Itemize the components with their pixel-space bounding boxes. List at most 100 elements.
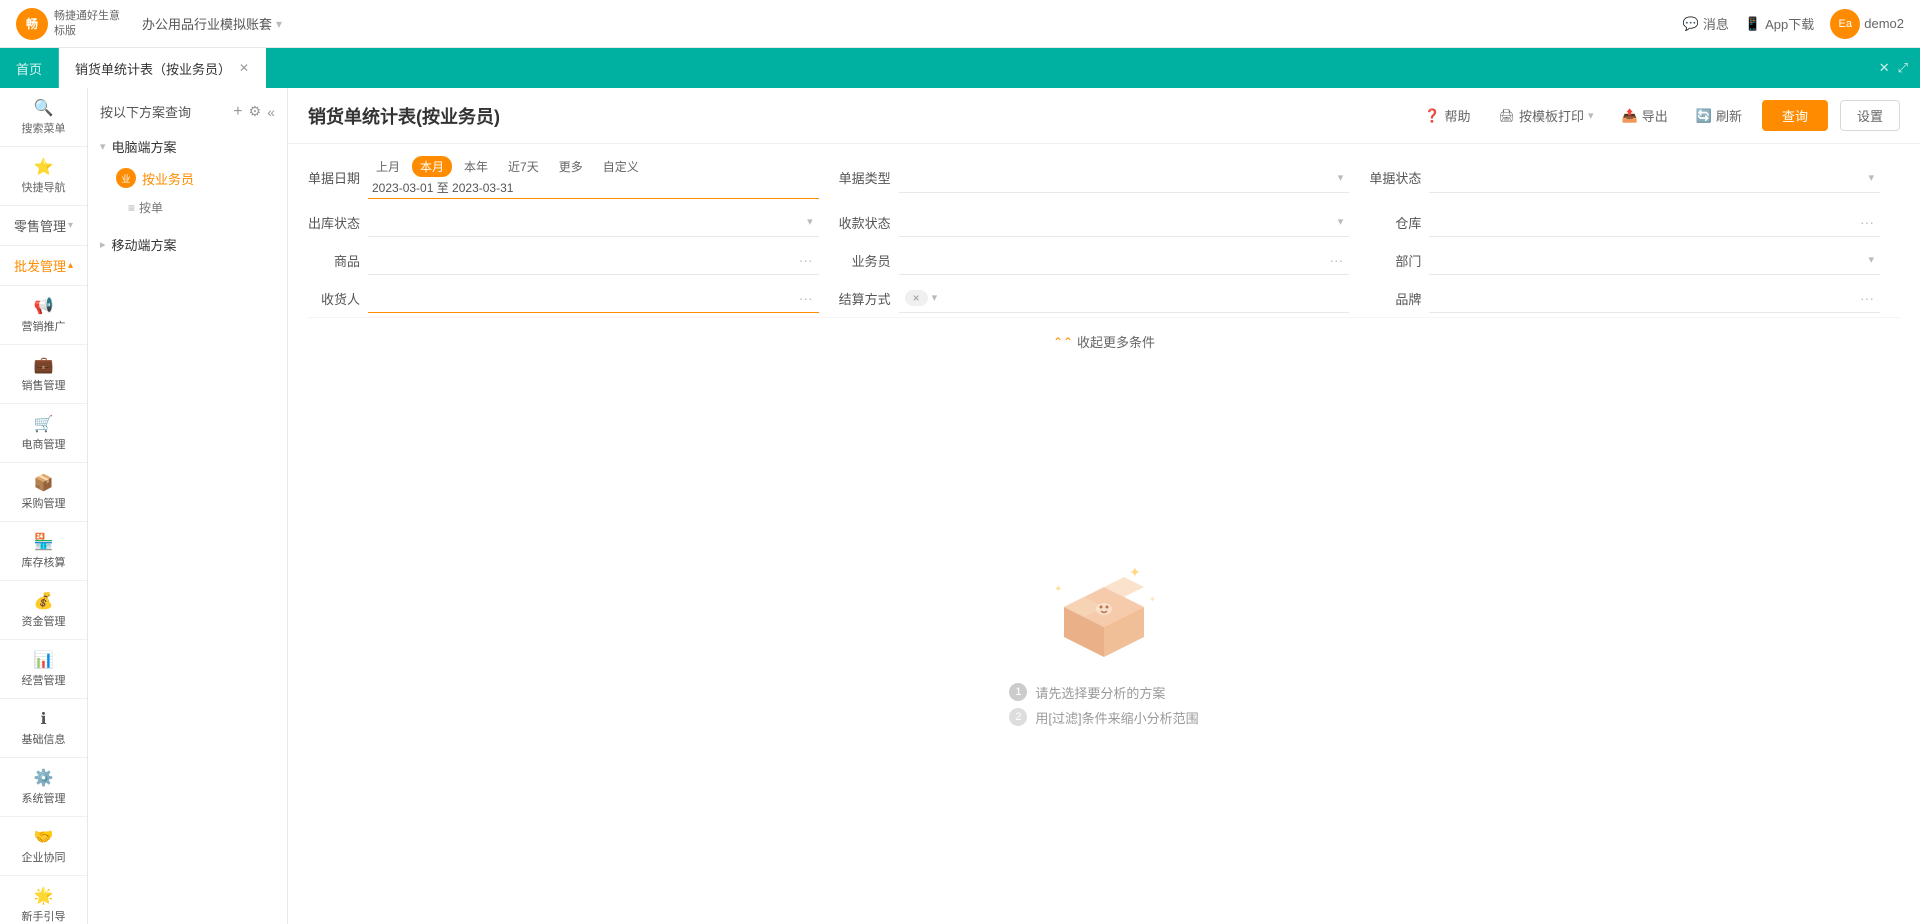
empty-step-2: 2 用[过滤]条件来缩小分析范围: [1009, 708, 1198, 727]
sidebar-search-label: 搜索菜单: [22, 120, 66, 136]
newbie-icon: 🌟: [34, 886, 54, 906]
export-btn[interactable]: 📤 导出: [1614, 102, 1676, 129]
sidebar-operations-label: 经营管理: [22, 672, 66, 688]
print-label: 按模板打印: [1519, 106, 1584, 125]
sidebar-item-inventory[interactable]: 🏪 库存核算: [0, 522, 87, 581]
sidebar-search-menu[interactable]: 🔍 搜索菜单: [0, 88, 87, 147]
logo-area: 畅 畅捷通好生意标版: [16, 8, 120, 40]
receipt-status-input[interactable]: ▾: [899, 207, 1350, 237]
sidebar-item-basic[interactable]: ℹ 基础信息: [0, 699, 87, 758]
date-btn-more[interactable]: 更多: [551, 156, 591, 177]
message-action[interactable]: 💬 消息: [1683, 14, 1729, 33]
sidebar-finance-label: 资金管理: [22, 613, 66, 629]
sidebar: 🔍 搜索菜单 ⭐ 快捷导航 零售管理 ▾ 批发管理 ▴ 📢 营销推广 💼 销售管…: [0, 88, 88, 924]
panel-add-btn[interactable]: +: [233, 103, 242, 121]
scheme-group-header-desktop[interactable]: ▾ 电脑端方案: [88, 131, 287, 162]
filter-date: 单据日期 上月 本月 本年 近7天 更多 自定义 2023-: [308, 156, 839, 199]
app-download-action[interactable]: 📱 App下载: [1745, 14, 1814, 33]
receipt-status-label: 收款状态: [839, 213, 899, 232]
settings-btn[interactable]: 设置: [1840, 100, 1900, 131]
empty-state: ✦ ✦ ✦ 1 请先选择要分析的方案: [288, 365, 1920, 924]
sidebar-item-sales[interactable]: 💼 销售管理: [0, 345, 87, 404]
refresh-icon: 🔄: [1696, 108, 1712, 124]
scheme-group-header-mobile[interactable]: ▸ 移动端方案: [88, 229, 287, 260]
sidebar-item-marketing[interactable]: 📢 营销推广: [0, 286, 87, 345]
doc-type-label: 单据类型: [839, 168, 899, 187]
sidebar-item-enterprise[interactable]: 🤝 企业协同: [0, 817, 87, 876]
receiver-input[interactable]: ···: [368, 283, 819, 313]
scheme-item-by-salesperson[interactable]: 业 按业务员: [88, 162, 287, 194]
collapse-btn[interactable]: ⌃⌃ 收起更多条件: [1041, 328, 1167, 355]
scheme-sub-item-label: 按单: [139, 199, 163, 216]
warehouse-input[interactable]: ···: [1429, 207, 1880, 237]
out-status-input[interactable]: ▾: [368, 207, 819, 237]
doc-status-input[interactable]: ▾: [1429, 163, 1880, 193]
sidebar-item-finance[interactable]: 💰 资金管理: [0, 581, 87, 640]
sidebar-quick-nav[interactable]: ⭐ 快捷导航: [0, 147, 87, 206]
svg-text:✦: ✦: [1054, 584, 1062, 595]
filter-row-2: 出库状态 ▾ 收款状态 ▾ 仓库: [308, 207, 1900, 237]
date-input-wrap[interactable]: 上月 本月 本年 近7天 更多 自定义 2023-03-01 至 2023-03…: [368, 156, 819, 199]
tab-home-label: 首页: [16, 59, 42, 78]
tab-expand-btn[interactable]: ✕ ⤢: [1867, 60, 1920, 76]
scheme-sub-item-by-order[interactable]: ≡ 按单: [88, 194, 287, 221]
settlement-input[interactable]: × ▾: [899, 283, 1350, 313]
enterprise-icon: 🤝: [34, 827, 54, 847]
sidebar-item-purchase[interactable]: 📦 采购管理: [0, 463, 87, 522]
tab-close-window-icon[interactable]: ✕: [1879, 60, 1890, 76]
doc-type-input[interactable]: ▾: [899, 163, 1350, 193]
page-title: 销货单统计表(按业务员): [308, 103, 500, 129]
doc-status-label: 单据状态: [1369, 168, 1429, 187]
tab-sales-stats[interactable]: 销货单统计表（按业务员） ✕: [59, 48, 266, 88]
date-btn-custom[interactable]: 自定义: [595, 156, 647, 177]
brand-input[interactable]: ···: [1429, 283, 1880, 313]
settlement-tag-close[interactable]: ×: [913, 291, 920, 305]
query-btn[interactable]: 查询: [1762, 100, 1828, 131]
tab-home[interactable]: 首页: [0, 48, 59, 88]
filter-section: 单据日期 上月 本月 本年 近7天 更多 自定义 2023-: [288, 144, 1920, 365]
refresh-label: 刷新: [1716, 106, 1742, 125]
system-icon: ⚙️: [34, 768, 54, 788]
goods-input[interactable]: ···: [368, 245, 819, 275]
tab-close-icon[interactable]: ✕: [239, 61, 249, 75]
logo-icon: 畅: [16, 8, 48, 40]
department-arrow: ▾: [1868, 253, 1874, 266]
breadcrumb-dropdown-icon[interactable]: ▾: [276, 17, 282, 31]
sidebar-item-system[interactable]: ⚙️ 系统管理: [0, 758, 87, 817]
sidebar-item-operations[interactable]: 📊 经营管理: [0, 640, 87, 699]
inventory-icon: 🏪: [34, 532, 54, 552]
sidebar-item-retail[interactable]: 零售管理 ▾: [0, 206, 87, 246]
sidebar-item-wholesale[interactable]: 批发管理 ▴: [0, 246, 87, 286]
sidebar-purchase-label: 采购管理: [22, 495, 66, 511]
filter-row-4: 收货人 ··· 结算方式 × ▾: [308, 283, 1900, 313]
user-profile[interactable]: Ea demo2: [1830, 9, 1904, 39]
salesperson-input[interactable]: ···: [899, 245, 1350, 275]
page-header: 销货单统计表(按业务员) ❓ 帮助 🖨 按模板打印 ▾ 📤 导出: [288, 88, 1920, 144]
sidebar-item-newbie[interactable]: 🌟 新手引导: [0, 876, 87, 924]
date-btn-last-month[interactable]: 上月: [368, 156, 408, 177]
salesperson-dots: ···: [1329, 252, 1343, 268]
date-btn-last-7[interactable]: 近7天: [500, 156, 547, 177]
tab-fullscreen-icon[interactable]: ⤢: [1898, 60, 1908, 76]
scheme-dot: 业: [116, 168, 136, 188]
out-status-label: 出库状态: [308, 213, 368, 232]
finance-icon: 💰: [34, 591, 54, 611]
export-label: 导出: [1642, 106, 1668, 125]
help-btn[interactable]: ❓ 帮助: [1416, 102, 1478, 129]
sidebar-item-ecommerce[interactable]: 🛒 电商管理: [0, 404, 87, 463]
step-1-text: 请先选择要分析的方案: [1035, 683, 1165, 702]
doc-type-arrow: ▾: [1338, 171, 1344, 184]
date-btn-this-month[interactable]: 本月: [412, 156, 452, 177]
print-btn[interactable]: 🖨 按模板打印 ▾: [1491, 102, 1602, 129]
sidebar-wholesale-label: 批发管理: [14, 256, 66, 275]
salesperson-label: 业务员: [839, 251, 899, 270]
date-btn-this-year[interactable]: 本年: [456, 156, 496, 177]
panel-settings-btn[interactable]: ⚙: [249, 103, 262, 120]
department-input[interactable]: ▾: [1429, 245, 1880, 275]
marketing-icon: 📢: [34, 296, 54, 316]
collapse-up-icon: ⌃⌃: [1053, 335, 1073, 349]
refresh-btn[interactable]: 🔄 刷新: [1688, 102, 1750, 129]
sidebar-marketing-label: 营销推广: [22, 318, 66, 334]
panel-collapse-btn[interactable]: «: [267, 104, 275, 120]
tab-sales-stats-label: 销货单统计表（按业务员）: [75, 59, 231, 78]
